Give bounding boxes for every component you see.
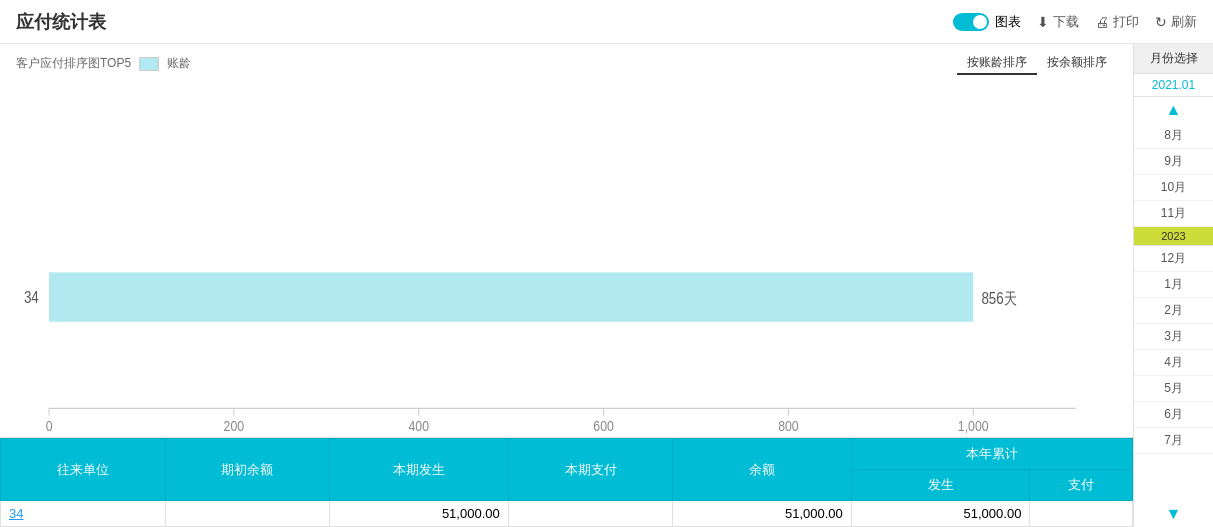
sidebar-month-item[interactable]: 8月: [1134, 123, 1213, 149]
sidebar-months-list: 8月9月10月11月202312月1月2月3月4月5月6月7月: [1134, 123, 1213, 501]
print-button[interactable]: 打印: [1095, 13, 1139, 31]
th-balance: 余额: [673, 439, 852, 501]
th-vendor: 往来单位: [1, 439, 166, 501]
print-icon: [1095, 14, 1109, 30]
sidebar-month-item[interactable]: 12月: [1134, 246, 1213, 272]
svg-text:34: 34: [24, 289, 39, 306]
app-header: 应付统计表 图表 下载 打印 刷新: [0, 0, 1213, 44]
download-button[interactable]: 下载: [1037, 13, 1079, 31]
sidebar-month-item[interactable]: 6月: [1134, 402, 1213, 428]
chart-svg: 34 856天 0 200 400 600 800 1,000: [8, 87, 1117, 433]
sidebar-scroll: ▲ 8月9月10月11月202312月1月2月3月4月5月6月7月 ▼: [1134, 97, 1213, 527]
toggle-label: 图表: [995, 13, 1021, 31]
sidebar-up-button[interactable]: ▲: [1134, 97, 1213, 123]
th-current-occur: 本期发生: [330, 439, 509, 501]
svg-text:0: 0: [46, 417, 53, 433]
sidebar-month-item[interactable]: 4月: [1134, 350, 1213, 376]
sidebar-month-item[interactable]: 10月: [1134, 175, 1213, 201]
sidebar-month-item[interactable]: 2月: [1134, 298, 1213, 324]
sidebar-month-item[interactable]: 1月: [1134, 272, 1213, 298]
legend-label: 账龄: [167, 55, 191, 72]
th-ytd: 本年累计: [851, 439, 1132, 470]
data-table: 往来单位 期初余额 本期发生 本期支付 余额 本年累计 发生 支付: [0, 438, 1133, 527]
header-actions: 图表 下载 打印 刷新: [953, 13, 1197, 31]
sidebar-year-label: 2023: [1134, 227, 1213, 246]
th-current-pay: 本期支付: [508, 439, 673, 501]
sidebar-header: 月份选择: [1134, 44, 1213, 74]
chart-header: 客户应付排序图TOP5 账龄 按账龄排序 按余额排序: [0, 44, 1133, 79]
th-opening: 期初余额: [165, 439, 330, 501]
cell-ytd-pay: [1030, 501, 1133, 527]
chart-toggle[interactable]: [953, 13, 989, 31]
svg-text:1,000: 1,000: [958, 417, 989, 433]
sidebar-month-item[interactable]: 7月: [1134, 428, 1213, 454]
sidebar-month-item[interactable]: 9月: [1134, 149, 1213, 175]
th-ytd-occur: 发生: [851, 470, 1030, 501]
cell-vendor[interactable]: 34: [1, 501, 166, 527]
right-sidebar: 月份选择 2021.01 ▲ 8月9月10月11月202312月1月2月3月4月…: [1133, 44, 1213, 527]
legend-title: 客户应付排序图TOP5: [16, 55, 131, 72]
page-title: 应付统计表: [16, 10, 106, 34]
sidebar-date-display[interactable]: 2021.01: [1134, 74, 1213, 97]
sidebar-month-item[interactable]: 3月: [1134, 324, 1213, 350]
svg-text:400: 400: [408, 417, 429, 433]
th-ytd-pay: 支付: [1030, 470, 1133, 501]
chart-panel: 客户应付排序图TOP5 账龄 按账龄排序 按余额排序 34 856天: [0, 44, 1133, 527]
cell-ytd-occur: 51,000.00: [851, 501, 1030, 527]
table-row: 34 51,000.00 51,000.00 51,000.00: [1, 501, 1133, 527]
table-area: 往来单位 期初余额 本期发生 本期支付 余额 本年累计 发生 支付: [0, 437, 1133, 527]
sort-tabs: 按账龄排序 按余额排序: [957, 52, 1117, 75]
main-content: 客户应付排序图TOP5 账龄 按账龄排序 按余额排序 34 856天: [0, 44, 1213, 527]
refresh-button[interactable]: 刷新: [1155, 13, 1197, 31]
chart-legend: 客户应付排序图TOP5 账龄: [16, 55, 191, 72]
print-label: 打印: [1113, 13, 1139, 31]
sidebar-month-item[interactable]: 5月: [1134, 376, 1213, 402]
cell-balance: 51,000.00: [673, 501, 852, 527]
chart-area: 34 856天 0 200 400 600 800 1,000: [0, 79, 1133, 437]
svg-text:856天: 856天: [981, 290, 1017, 307]
sort-tab-age[interactable]: 按账龄排序: [957, 52, 1037, 75]
svg-text:200: 200: [224, 417, 245, 433]
sidebar-month-item[interactable]: 11月: [1134, 201, 1213, 227]
chart-toggle-wrap: 图表: [953, 13, 1021, 31]
download-label: 下载: [1053, 13, 1079, 31]
legend-box: [139, 57, 159, 71]
refresh-icon: [1155, 14, 1167, 30]
download-icon: [1037, 14, 1049, 30]
cell-opening: [165, 501, 330, 527]
sidebar-down-button[interactable]: ▼: [1134, 501, 1213, 527]
bar-34: [49, 272, 973, 321]
svg-text:600: 600: [593, 417, 614, 433]
svg-text:800: 800: [778, 417, 799, 433]
sort-tab-balance[interactable]: 按余额排序: [1037, 52, 1117, 75]
refresh-label: 刷新: [1171, 13, 1197, 31]
cell-current-occur: 51,000.00: [330, 501, 509, 527]
cell-current-pay: [508, 501, 673, 527]
